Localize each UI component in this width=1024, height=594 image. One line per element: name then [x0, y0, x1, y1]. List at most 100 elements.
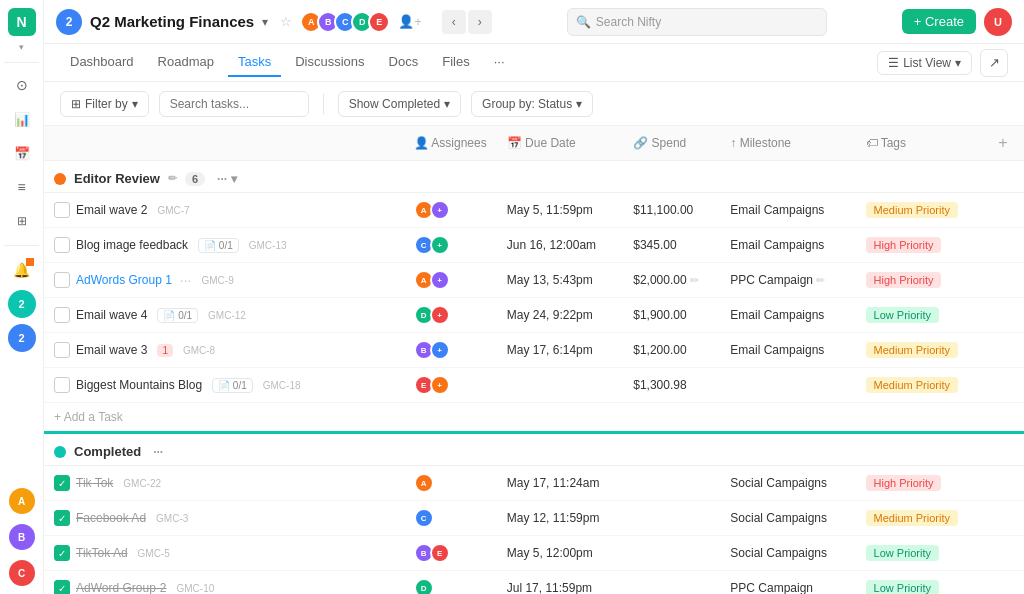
- tab-discussions[interactable]: Discussions: [285, 48, 374, 77]
- group-by-label: Group by: Status: [482, 97, 572, 111]
- spend-facebook: [623, 501, 720, 536]
- assignee-fb-1: C: [414, 508, 434, 528]
- task-cell-email-wave-3: Email wave 3 1 GMC-8: [44, 333, 404, 368]
- home-icon[interactable]: ⊙: [8, 71, 36, 99]
- task-checkbox-email-wave-2[interactable]: [54, 202, 70, 218]
- current-user-avatar[interactable]: U: [984, 8, 1012, 36]
- member-avatars: A B C D E: [296, 11, 390, 33]
- add-task-cell[interactable]: + Add a Task: [44, 403, 1024, 433]
- task-name-email-wave-3[interactable]: Email wave 3: [76, 343, 147, 357]
- due-facebook: May 12, 11:59pm: [497, 501, 623, 536]
- tab-files[interactable]: Files: [432, 48, 479, 77]
- grid-icon[interactable]: ⊞: [8, 207, 36, 235]
- task-name-blog-image[interactable]: Blog image feedback: [76, 238, 188, 252]
- tag-email-wave-2: Medium Priority: [856, 193, 982, 228]
- task-checkbox-email-wave-4[interactable]: [54, 307, 70, 323]
- row-extra-c4: [982, 571, 1024, 595]
- fwd-btn[interactable]: ›: [468, 10, 492, 34]
- milestone-edit-icon[interactable]: ✏: [816, 274, 825, 286]
- create-button[interactable]: + Create: [902, 9, 976, 34]
- notification-icon[interactable]: 🔔: [8, 256, 36, 284]
- add-member-icon[interactable]: 👤+: [398, 14, 422, 29]
- assignee-ag2-1: D: [414, 578, 434, 594]
- task-cell-biggest-mountains: Biggest Mountains Blog 📄 0/1 GMC-18: [44, 368, 404, 403]
- user-avatar-2[interactable]: B: [9, 524, 35, 550]
- task-checkbox-blog-image[interactable]: [54, 237, 70, 253]
- group-more-icon[interactable]: ···: [217, 172, 227, 186]
- task-id-gmc-3: GMC-3: [156, 513, 188, 524]
- share-button[interactable]: ↗: [980, 49, 1008, 77]
- assignee-tiktok: A: [404, 466, 497, 501]
- tag-badge-low-wave4: Low Priority: [866, 307, 939, 323]
- edit-icon-adwords[interactable]: ✏: [690, 274, 699, 286]
- toolbar: ⊞ Filter by ▾ Show Completed ▾ Group by:…: [44, 82, 1024, 126]
- due-biggest-mountains: [497, 368, 623, 403]
- pencil-icon[interactable]: ✏: [168, 172, 177, 185]
- row-extra-c3: [982, 536, 1024, 571]
- task-checkbox-tiktok-ad[interactable]: ✓: [54, 545, 70, 561]
- chevron-down-icon[interactable]: ▾: [19, 42, 24, 52]
- filter-button[interactable]: ⊞ Filter by ▾: [60, 91, 149, 117]
- tab-docs[interactable]: Docs: [379, 48, 429, 77]
- assignee-tt-1: A: [414, 473, 434, 493]
- task-name-facebook[interactable]: Facebook Ad: [76, 511, 146, 525]
- spend-email-wave-2: $11,100.00: [623, 193, 720, 228]
- task-checkbox-adwords-1[interactable]: [54, 272, 70, 288]
- due-adwords-1: May 13, 5:43pm: [497, 263, 623, 298]
- add-task-label[interactable]: + Add a Task: [54, 410, 123, 424]
- list-icon[interactable]: ≡: [8, 173, 36, 201]
- tab-tasks[interactable]: Tasks: [228, 48, 281, 77]
- teal-badge-icon[interactable]: 2: [8, 290, 36, 318]
- assignee-avatar-4: +: [430, 235, 450, 255]
- task-checkbox-adword-group2[interactable]: ✓: [54, 580, 70, 594]
- show-completed-button[interactable]: Show Completed ▾: [338, 91, 461, 117]
- chart-icon[interactable]: 📊: [8, 105, 36, 133]
- task-name-email-wave-4[interactable]: Email wave 4: [76, 308, 147, 322]
- group-header-cell: Editor Review ✏ 6 ··· ▾: [44, 161, 1024, 193]
- blue-badge-icon[interactable]: 2: [8, 324, 36, 352]
- row-extra-3: [982, 263, 1024, 298]
- search-tasks-input[interactable]: [159, 91, 309, 117]
- tab-dashboard[interactable]: Dashboard: [60, 48, 144, 77]
- task-checkbox-tiktok[interactable]: ✓: [54, 475, 70, 491]
- tab-roadmap[interactable]: Roadmap: [148, 48, 224, 77]
- star-icon[interactable]: ☆: [280, 14, 292, 29]
- adwords-more-icon[interactable]: ···: [180, 272, 192, 288]
- user-avatar-3[interactable]: C: [9, 560, 35, 586]
- task-id-gmc-22: GMC-22: [123, 478, 161, 489]
- table-header-row: 👤 Assignees 📅 Due Date 🔗 Spend ↑ Milesto…: [44, 126, 1024, 161]
- tab-more[interactable]: ···: [484, 48, 515, 77]
- table-row: AdWords Group 1 ··· GMC-9 A + May 13, 5:: [44, 263, 1024, 298]
- col-header-add: +: [982, 126, 1024, 161]
- task-name-tiktok[interactable]: Tik Tok: [76, 476, 113, 490]
- task-name-email-wave-2[interactable]: Email wave 2: [76, 203, 147, 217]
- task-checkbox-biggest-mountains[interactable]: [54, 377, 70, 393]
- milestone-adword-group2: PPC Campaign: [720, 571, 855, 595]
- due-email-wave-3: May 17, 6:14pm: [497, 333, 623, 368]
- row-extra-c2: [982, 501, 1024, 536]
- tag-email-wave-3: Medium Priority: [856, 333, 982, 368]
- task-name-adword-group2[interactable]: AdWord Group-2: [76, 581, 167, 594]
- sidebar: N ▾ ⊙ 📊 📅 ≡ ⊞ 🔔 2 2 A B C: [0, 0, 44, 594]
- milestone-tiktok-ad: Social Campaigns: [720, 536, 855, 571]
- user-avatar-1[interactable]: A: [9, 488, 35, 514]
- group-header-editor-review: Editor Review ✏ 6 ··· ▾: [44, 161, 1024, 193]
- spend-email-wave-4: $1,900.00: [623, 298, 720, 333]
- task-name-biggest-mountains[interactable]: Biggest Mountains Blog: [76, 378, 202, 392]
- calendar-icon[interactable]: 📅: [8, 139, 36, 167]
- task-checkbox-email-wave-3[interactable]: [54, 342, 70, 358]
- group-by-button[interactable]: Group by: Status ▾: [471, 91, 593, 117]
- back-btn[interactable]: ‹: [442, 10, 466, 34]
- add-column-btn[interactable]: +: [992, 132, 1014, 154]
- add-task-row: + Add a Task: [44, 403, 1024, 433]
- list-view-btn[interactable]: ☰ List View ▾: [877, 51, 972, 75]
- group-expand-icon[interactable]: ▾: [231, 172, 237, 186]
- tag-badge-medium-wave3: Medium Priority: [866, 342, 958, 358]
- completed-more-icon[interactable]: ···: [153, 445, 163, 459]
- task-name-tiktok-ad[interactable]: TikTok Ad: [76, 546, 128, 560]
- project-chevron-icon[interactable]: ▾: [262, 15, 268, 29]
- nifty-logo-icon[interactable]: N: [8, 8, 36, 36]
- task-name-adwords-1[interactable]: AdWords Group 1: [76, 273, 172, 287]
- global-search-bar[interactable]: 🔍 Search Nifty: [567, 8, 827, 36]
- task-checkbox-facebook[interactable]: ✓: [54, 510, 70, 526]
